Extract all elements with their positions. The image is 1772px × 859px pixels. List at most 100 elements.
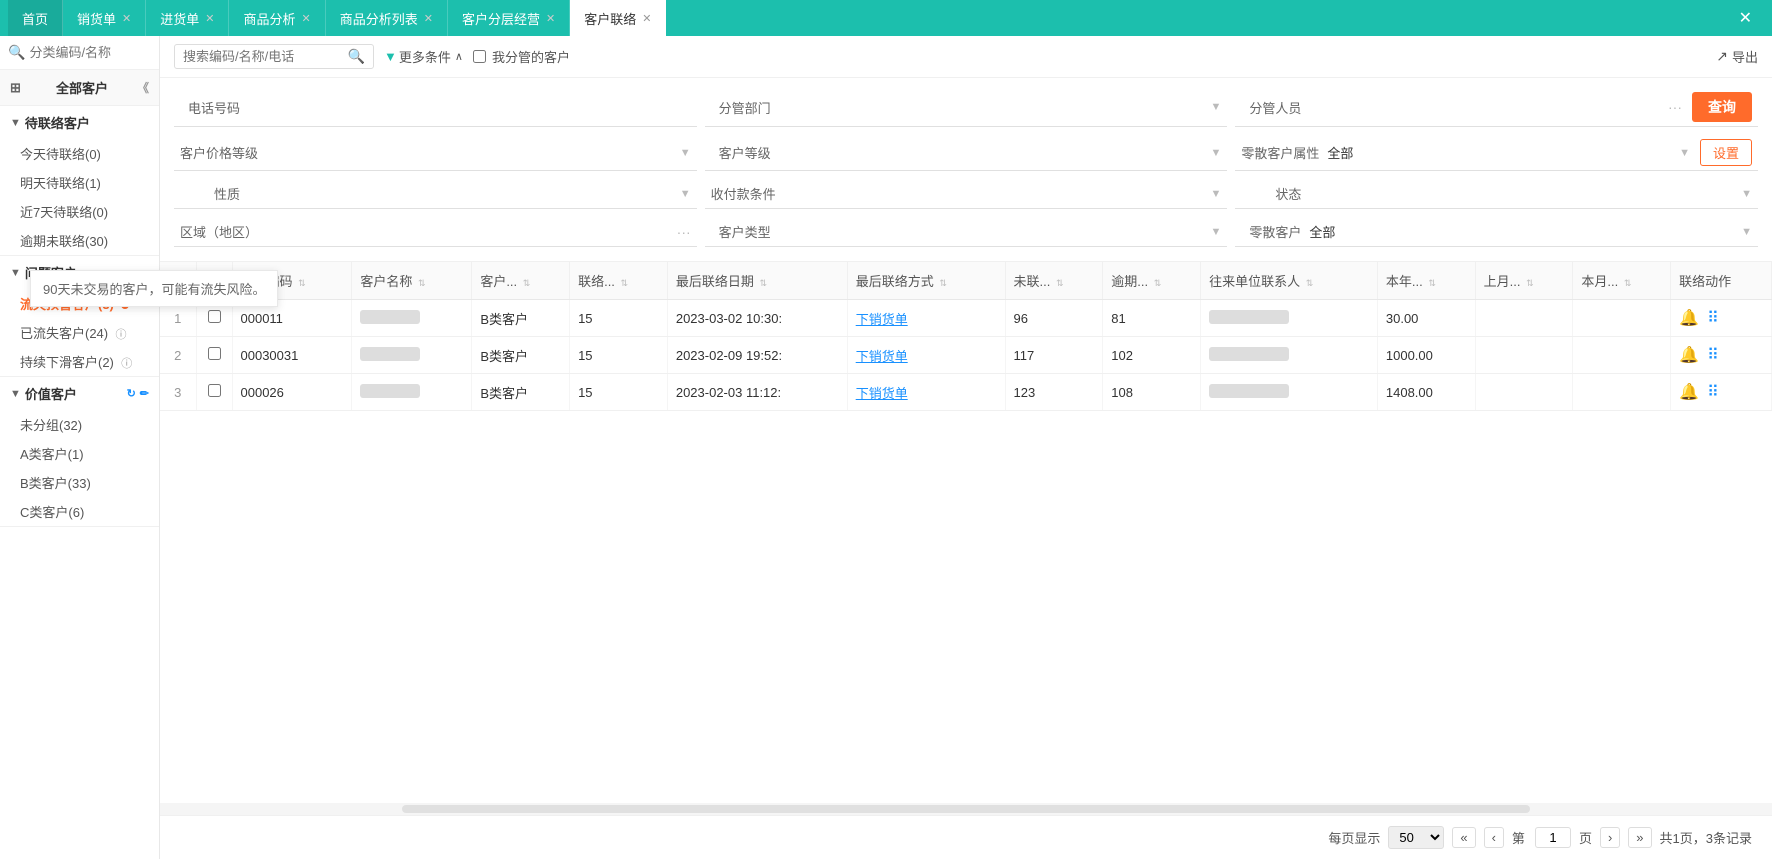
td-overdue-0: 81 <box>1103 300 1201 337</box>
tab-product-analysis-list-close[interactable]: ✕ <box>424 12 433 25</box>
last-method-link-2[interactable]: 下销货单 <box>856 386 908 401</box>
tab-home[interactable]: 首页 <box>8 0 63 36</box>
row-checkbox-1[interactable] <box>208 347 221 360</box>
page-number-input[interactable] <box>1535 827 1571 848</box>
settings-button[interactable]: 设置 <box>1700 139 1752 166</box>
sidebar: 🔍 ⊞ 全部客户 《 ▼ 待联络客户 今天待联络(0) 明天待联络(1) 近7天… <box>0 36 160 859</box>
value-edit-icon[interactable]: ✏ <box>140 387 149 400</box>
filter-dept-arrow[interactable]: ▼ <box>1210 101 1221 113</box>
table-scrollbar[interactable] <box>160 803 1772 815</box>
sidebar-section-value-title[interactable]: ▼ 价值客户 ↻ ✏ <box>0 377 159 410</box>
sidebar-item-b-class[interactable]: B类客户(33) <box>0 468 159 497</box>
th-uncontacted[interactable]: 未联... ⇅ <box>1005 262 1103 300</box>
filter-nature-arrow[interactable]: ▼ <box>680 188 691 200</box>
tab-product-analysis-close[interactable]: ✕ <box>302 12 311 25</box>
th-last-month[interactable]: 上月... ⇅ <box>1475 262 1573 300</box>
blurred-name-0 <box>360 310 420 324</box>
sidebar-search-input[interactable] <box>29 45 160 60</box>
last-method-link-0[interactable]: 下销货单 <box>856 312 908 327</box>
tab-purchase[interactable]: 进货单 ✕ <box>146 0 229 36</box>
th-last-contact-date[interactable]: 最后联络日期 ⇅ <box>667 262 847 300</box>
th-type[interactable]: 客户... ⇅ <box>472 262 570 300</box>
th-unit-contact[interactable]: 往来单位联系人 ⇅ <box>1201 262 1378 300</box>
filter-person-more[interactable]: ··· <box>1668 99 1682 115</box>
sidebar-item-today[interactable]: 今天待联络(0) <box>0 139 159 168</box>
sidebar-item-ungroup[interactable]: 未分组(32) <box>0 410 159 439</box>
action-contact-icon-0[interactable]: 🔔 <box>1679 308 1699 328</box>
filter-customer-type-arrow[interactable]: ▼ <box>1210 226 1221 238</box>
row-checkbox-0[interactable] <box>208 310 221 323</box>
row-checkbox-2[interactable] <box>208 384 221 397</box>
tab-product-analysis[interactable]: 商品分析 ✕ <box>229 0 325 36</box>
pending-title-text: 待联络客户 <box>25 113 149 132</box>
th-contact[interactable]: 联络... ⇅ <box>570 262 668 300</box>
export-icon: ↗ <box>1716 48 1728 65</box>
th-last-contact-method-label: 最后联络方式 <box>856 274 934 289</box>
last-page-button[interactable]: » <box>1628 827 1651 848</box>
th-current-year[interactable]: 本年... ⇅ <box>1377 262 1475 300</box>
tab-customer-contact-close[interactable]: ✕ <box>642 12 651 25</box>
window-close-button[interactable]: ✕ <box>1727 8 1764 28</box>
filter-region-more[interactable]: ··· <box>677 224 691 240</box>
action-more-icon-0[interactable]: ⠿ <box>1707 308 1719 328</box>
sidebar-item-tomorrow[interactable]: 明天待联络(1) <box>0 168 159 197</box>
sidebar-section-pending-title[interactable]: ▼ 待联络客户 <box>0 106 159 139</box>
th-last-month-label: 上月... <box>1484 274 1521 289</box>
action-contact-icon-1[interactable]: 🔔 <box>1679 345 1699 365</box>
sidebar-item-week[interactable]: 近7天待联络(0) <box>0 197 159 226</box>
last-method-link-1[interactable]: 下销货单 <box>856 349 908 364</box>
sidebar-all-customers[interactable]: ⊞ 全部客户 《 <box>0 70 159 106</box>
search-input[interactable] <box>183 49 344 64</box>
th-action: 联络动作 <box>1671 262 1772 300</box>
sidebar-item-declining[interactable]: 持续下滑客户(2) ⓘ <box>0 347 159 376</box>
tab-customer-segment[interactable]: 客户分层经营 ✕ <box>448 0 570 36</box>
filter-phone-input[interactable] <box>248 100 691 115</box>
td-overdue-2: 108 <box>1103 374 1201 411</box>
export-button[interactable]: ↗ 导出 <box>1716 47 1758 66</box>
td-last-month-2 <box>1475 374 1573 411</box>
tab-sales-close[interactable]: ✕ <box>122 12 131 25</box>
th-uncontacted-label: 未联... <box>1014 274 1051 289</box>
th-this-month[interactable]: 本月... ⇅ <box>1573 262 1671 300</box>
next-page-button[interactable]: › <box>1600 827 1620 848</box>
td-uncontacted-2: 123 <box>1005 374 1103 411</box>
filter-phone: 电话号码 <box>174 88 697 127</box>
filter-retail-customer-arrow[interactable]: ▼ <box>1741 226 1752 238</box>
filter-retail-attr-arrow[interactable]: ▼ <box>1679 147 1690 159</box>
sidebar-item-lost[interactable]: 已流失客户(24) ⓘ <box>0 318 159 347</box>
sidebar-item-overdue[interactable]: 逾期未联络(30) <box>0 226 159 255</box>
filter-status-arrow[interactable]: ▼ <box>1741 188 1752 200</box>
tab-sales-label: 销货单 <box>77 9 116 28</box>
more-conditions-button[interactable]: ▼ 更多条件 ∧ <box>384 47 463 66</box>
sidebar-item-a-class[interactable]: A类客户(1) <box>0 439 159 468</box>
action-contact-icon-2[interactable]: 🔔 <box>1679 382 1699 402</box>
my-customers-checkbox[interactable] <box>473 50 486 63</box>
th-overdue[interactable]: 逾期... ⇅ <box>1103 262 1201 300</box>
first-page-button[interactable]: « <box>1452 827 1475 848</box>
search-button-icon[interactable]: 🔍 <box>348 48 365 65</box>
filter-price-grade-arrow[interactable]: ▼ <box>680 147 691 159</box>
tab-product-analysis-list[interactable]: 商品分析列表 ✕ <box>326 0 448 36</box>
query-button[interactable]: 查询 <box>1692 92 1752 122</box>
action-more-icon-1[interactable]: ⠿ <box>1707 345 1719 365</box>
prev-page-button[interactable]: ‹ <box>1484 827 1504 848</box>
tab-purchase-close[interactable]: ✕ <box>205 12 214 25</box>
sidebar-collapse-icon[interactable]: 《 <box>137 79 149 96</box>
blurred-unit-0 <box>1209 310 1289 324</box>
th-last-contact-method[interactable]: 最后联络方式 ⇅ <box>847 262 1005 300</box>
tab-customer-contact[interactable]: 客户联络 ✕ <box>570 0 666 36</box>
value-refresh-icon[interactable]: ↻ <box>127 387 136 400</box>
page-size-select[interactable]: 50 20 100 <box>1388 826 1444 849</box>
sidebar-item-week-label: 近7天待联络(0) <box>20 205 108 220</box>
th-overdue-label: 逾期... <box>1111 274 1148 289</box>
tab-customer-segment-close[interactable]: ✕ <box>546 12 555 25</box>
filter-customer-grade-arrow[interactable]: ▼ <box>1210 147 1221 159</box>
table-row: 2 00030031 B类客户 15 2023-02-09 19:52: 下销货… <box>160 337 1772 374</box>
action-more-icon-2[interactable]: ⠿ <box>1707 382 1719 402</box>
th-name[interactable]: 客户名称 ⇅ <box>352 262 472 300</box>
customers-table: ⚙ 客户编码 ⇅ 客户名称 ⇅ <box>160 262 1772 411</box>
filter-payment-arrow[interactable]: ▼ <box>1210 188 1221 200</box>
tab-sales[interactable]: 销货单 ✕ <box>63 0 146 36</box>
sidebar-item-c-class[interactable]: C类客户(6) <box>0 497 159 526</box>
filter-status-label: 状态 <box>1241 184 1301 203</box>
